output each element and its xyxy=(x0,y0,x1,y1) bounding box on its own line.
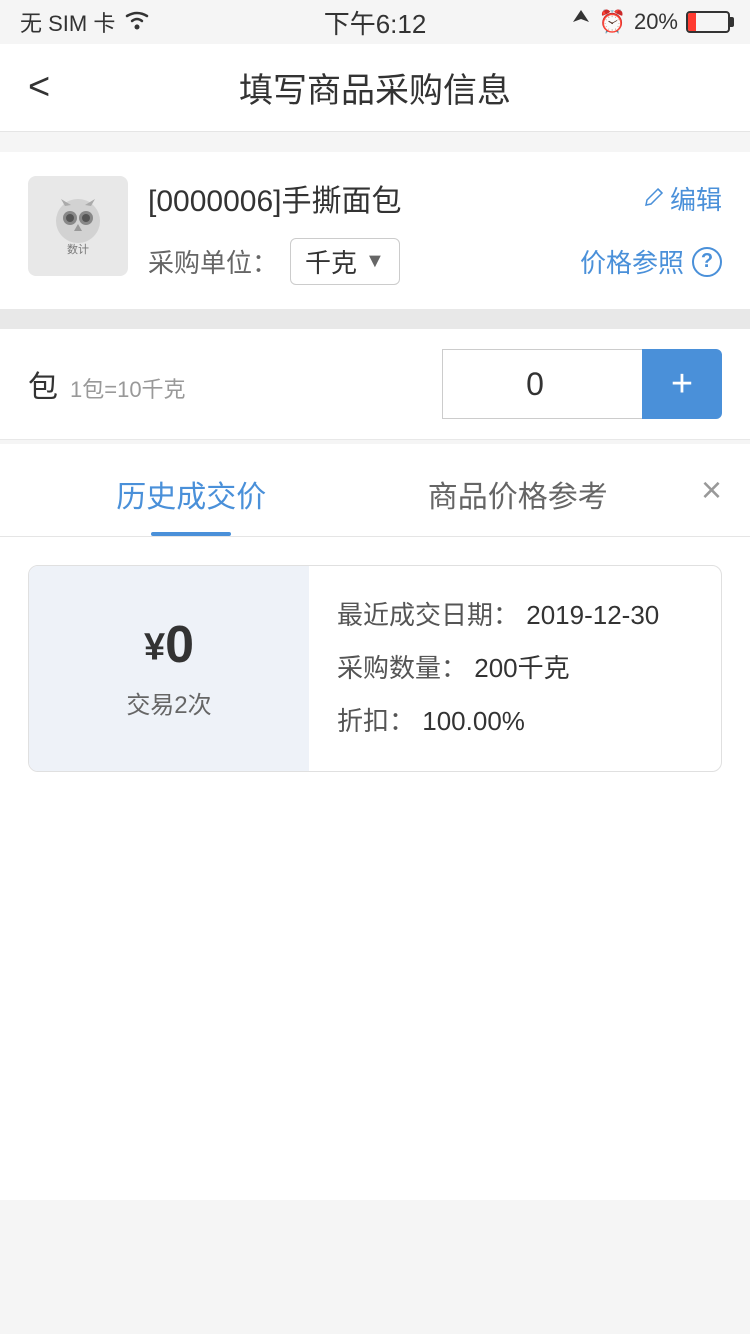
product-card: 数计 [0000006]手撕面包 编辑 采购单位： 千克 ▼ xyxy=(0,152,750,309)
transaction-price: ¥0 xyxy=(144,617,194,674)
tabs-row: 历史成交价 商品价格参考 × xyxy=(0,444,750,537)
quantity-row: 包 1包=10千克 + xyxy=(0,329,750,440)
product-image: 数计 xyxy=(28,176,128,276)
tab-history-label: 历史成交价 xyxy=(116,481,266,514)
location-icon xyxy=(571,8,591,36)
transaction-details: 最近成交日期： 2019-12-30 采购数量： 200千克 折扣： 100.0… xyxy=(309,566,721,771)
product-info: [0000006]手撕面包 编辑 采购单位： 千克 ▼ xyxy=(148,176,722,285)
tab-price-ref-label: 商品价格参考 xyxy=(428,481,608,514)
transaction-discount-row: 折扣： 100.00% xyxy=(337,702,693,741)
quantity-input[interactable] xyxy=(442,349,642,419)
tab-product-price-ref[interactable]: 商品价格参考 xyxy=(354,444,680,536)
back-button[interactable]: < xyxy=(28,66,50,109)
transaction-date-row: 最近成交日期： 2019-12-30 xyxy=(337,596,693,635)
status-right: ⏰ 20% xyxy=(571,8,730,36)
quantity-input-group: + xyxy=(442,349,722,419)
status-time: 下午6:12 xyxy=(324,4,427,41)
dropdown-arrow-icon: ▼ xyxy=(365,250,385,273)
price-value: 0 xyxy=(165,616,194,674)
tab-active-indicator xyxy=(151,532,231,536)
quantity-label-group: 包 1包=10千克 xyxy=(28,362,186,406)
quantity-sub-label: 1包=10千克 xyxy=(70,372,186,404)
purchase-unit-row: 采购单位： 千克 ▼ 价格参照 ? xyxy=(148,238,722,285)
transaction-card: ¥0 交易2次 最近成交日期： 2019-12-30 采购数量： 200千克 折… xyxy=(28,565,722,772)
battery-percent: 20% xyxy=(634,9,678,35)
price-ref-label: 价格参照 xyxy=(580,243,684,280)
unit-value: 千克 xyxy=(305,243,357,280)
product-header-row: [0000006]手撕面包 编辑 xyxy=(148,176,722,220)
transaction-count: 交易2次 xyxy=(126,685,211,720)
qty-value: 200千克 xyxy=(474,653,569,683)
edit-label: 编辑 xyxy=(670,180,722,217)
svg-text:数计: 数计 xyxy=(67,243,89,256)
panel-close-button[interactable]: × xyxy=(681,449,722,531)
transaction-qty-row: 采购数量： 200千克 xyxy=(337,649,693,688)
currency-symbol: ¥ xyxy=(144,627,165,669)
quantity-plus-button[interactable]: + xyxy=(642,349,722,419)
product-name: [0000006]手撕面包 xyxy=(148,176,401,220)
battery-icon xyxy=(686,11,730,33)
alarm-icon: ⏰ xyxy=(599,9,626,35)
qty-label: 采购数量： xyxy=(337,653,467,683)
page-header: < 填写商品采购信息 xyxy=(0,44,750,132)
bottom-panel: 历史成交价 商品价格参考 × ¥0 交易2次 最近成交日期： 2019-12-3… xyxy=(0,444,750,800)
page-title: 填写商品采购信息 xyxy=(239,63,511,112)
edit-button[interactable]: 编辑 xyxy=(644,180,722,217)
status-bar: 无 SIM 卡 下午6:12 ⏰ 20% xyxy=(0,0,750,44)
date-label: 最近成交日期： xyxy=(337,600,519,630)
section-divider xyxy=(0,309,750,329)
price-ref-button[interactable]: 价格参照 ? xyxy=(580,243,722,280)
discount-label: 折扣： xyxy=(337,706,415,736)
wifi-icon xyxy=(123,8,151,36)
unit-dropdown[interactable]: 千克 ▼ xyxy=(290,238,400,285)
tab-history-price[interactable]: 历史成交价 xyxy=(28,444,354,536)
status-left: 无 SIM 卡 xyxy=(20,6,151,38)
edit-icon xyxy=(644,184,666,212)
discount-value: 100.00% xyxy=(422,706,525,736)
panel-content: ¥0 交易2次 最近成交日期： 2019-12-30 采购数量： 200千克 折… xyxy=(0,537,750,800)
unit-label: 采购单位： xyxy=(148,243,278,280)
help-icon: ? xyxy=(692,247,722,277)
date-value: 2019-12-30 xyxy=(526,600,659,630)
transaction-summary: ¥0 交易2次 xyxy=(29,566,309,771)
product-thumbnail-icon: 数计 xyxy=(43,191,113,261)
carrier-text: 无 SIM 卡 xyxy=(20,6,115,38)
quantity-unit-label: 包 xyxy=(28,362,58,406)
page-rest xyxy=(0,800,750,1200)
